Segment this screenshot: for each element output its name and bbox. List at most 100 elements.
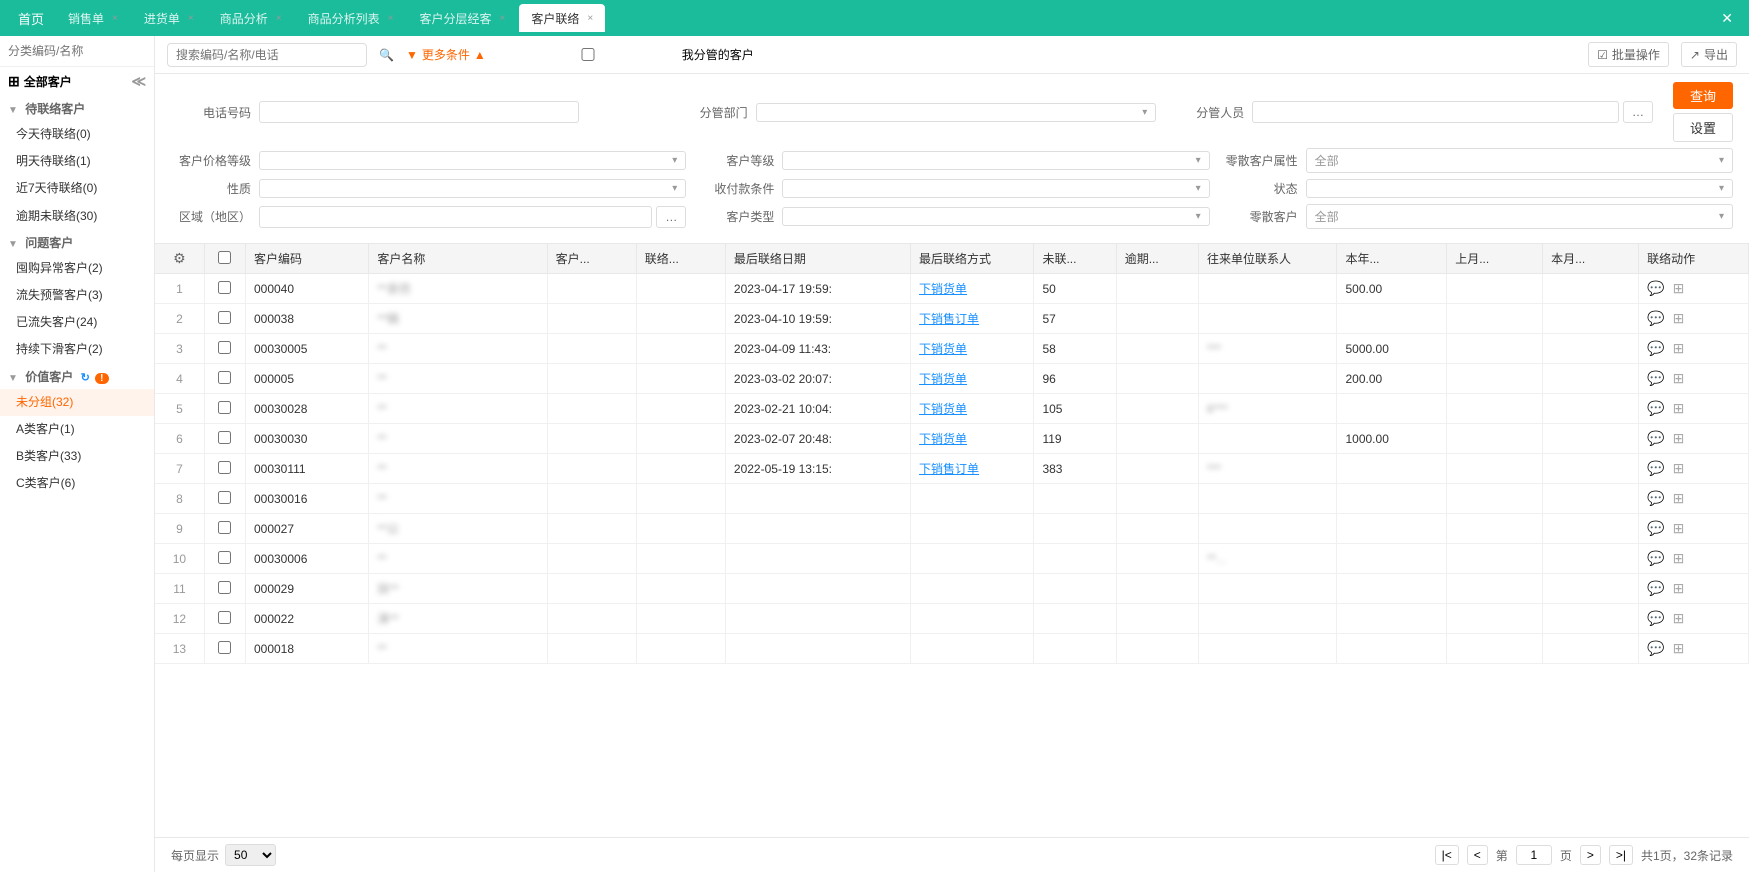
cell-lastway[interactable]: 下销货单 — [911, 394, 1034, 424]
lastway-link[interactable]: 下销货单 — [919, 282, 967, 296]
sidebar-item-churned[interactable]: 已流失客户(24) — [0, 309, 154, 336]
row-checkbox[interactable] — [218, 521, 231, 534]
tab-purchase[interactable]: 进货单 × — [132, 4, 206, 32]
cell-check[interactable] — [204, 394, 245, 424]
sidebar-item-today[interactable]: 今天待联络(0) — [0, 121, 154, 148]
cell-check[interactable] — [204, 544, 245, 574]
sidebar-item-class-c[interactable]: C类客户(6) — [0, 470, 154, 497]
cell-lastway[interactable]: 下销售订单 — [911, 454, 1034, 484]
tab-analysis[interactable]: 商品分析 × — [208, 4, 294, 32]
row-checkbox[interactable] — [218, 581, 231, 594]
batch-ops-btn[interactable]: ☑ 批量操作 — [1588, 42, 1669, 67]
lastway-link[interactable]: 下销货单 — [919, 342, 967, 356]
row-checkbox[interactable] — [218, 371, 231, 384]
query-button[interactable]: 查询 — [1673, 82, 1733, 109]
cell-lastway[interactable]: 下销货单 — [911, 364, 1034, 394]
tab-sales[interactable]: 销售单 × — [56, 4, 130, 32]
price-grade-select[interactable]: ▾ — [259, 151, 686, 170]
cell-check[interactable] — [204, 634, 245, 664]
row-checkbox[interactable] — [218, 641, 231, 654]
grid-icon[interactable]: ⊞ — [1673, 280, 1685, 297]
cell-lastway[interactable] — [911, 484, 1034, 514]
cell-check[interactable] — [204, 424, 245, 454]
grid-icon[interactable]: ⊞ — [1673, 550, 1685, 567]
row-checkbox[interactable] — [218, 311, 231, 324]
settings-col-header[interactable]: ⚙ — [155, 244, 204, 274]
sidebar-item-class-a[interactable]: A类客户(1) — [0, 416, 154, 443]
next-page-btn[interactable]: > — [1580, 845, 1601, 865]
row-checkbox[interactable] — [218, 341, 231, 354]
search-icon[interactable]: 🔍 — [379, 48, 394, 62]
sidebar-item-ungroup[interactable]: 未分组(32) — [0, 389, 154, 416]
lastway-link[interactable]: 下销货单 — [919, 432, 967, 446]
window-close-button[interactable]: ✕ — [1713, 10, 1741, 27]
row-checkbox[interactable] — [218, 281, 231, 294]
grid-icon[interactable]: ⊞ — [1673, 520, 1685, 537]
cell-check[interactable] — [204, 274, 245, 304]
row-checkbox[interactable] — [218, 401, 231, 414]
chat-icon[interactable]: 💬 — [1647, 490, 1664, 507]
grid-icon[interactable]: ⊞ — [1673, 430, 1685, 447]
all-customers-header[interactable]: ⊞ 全部客户 ≪ — [0, 67, 154, 96]
lastway-link[interactable]: 下销售订单 — [919, 312, 979, 326]
per-page-select[interactable]: 50 100 200 — [225, 844, 276, 866]
cell-lastway[interactable] — [911, 544, 1034, 574]
select-all-checkbox[interactable] — [218, 251, 231, 264]
grid-icon[interactable]: ⊞ — [1673, 490, 1685, 507]
tab-analysis-list[interactable]: 商品分析列表 × — [296, 4, 406, 32]
chat-icon[interactable]: 💬 — [1647, 370, 1664, 387]
lastway-link[interactable]: 下销货单 — [919, 402, 967, 416]
grid-icon[interactable]: ⊞ — [1673, 640, 1685, 657]
cell-lastway[interactable] — [911, 574, 1034, 604]
tab-customer-contact-close[interactable]: × — [587, 13, 593, 24]
export-btn[interactable]: ↗ 导出 — [1681, 42, 1737, 67]
chat-icon[interactable]: 💬 — [1647, 640, 1664, 657]
check-col-header[interactable] — [204, 244, 245, 274]
prev-page-btn[interactable]: < — [1467, 845, 1488, 865]
lastway-link[interactable]: 下销货单 — [919, 372, 967, 386]
row-checkbox[interactable] — [218, 611, 231, 624]
sidebar-search-input[interactable] — [8, 44, 155, 58]
area-dots-btn[interactable]: … — [656, 206, 686, 228]
cust-type-select[interactable]: ▾ — [782, 207, 1209, 226]
lastway-link[interactable]: 下销售订单 — [919, 462, 979, 476]
more-conditions-btn[interactable]: ▼ 更多条件 ▲ — [406, 46, 486, 63]
sidebar-item-declining[interactable]: 持续下滑客户(2) — [0, 336, 154, 363]
payment-select[interactable]: ▾ — [782, 179, 1209, 198]
sidebar-item-class-b[interactable]: B类客户(33) — [0, 443, 154, 470]
chat-icon[interactable]: 💬 — [1647, 580, 1664, 597]
chat-icon[interactable]: 💬 — [1647, 550, 1664, 567]
cell-lastway[interactable] — [911, 514, 1034, 544]
cell-check[interactable] — [204, 454, 245, 484]
grid-icon[interactable]: ⊞ — [1673, 460, 1685, 477]
grid-icon[interactable]: ⊞ — [1673, 340, 1685, 357]
my-customers-check-input[interactable] — [498, 48, 678, 61]
tab-customer-tier-close[interactable]: × — [499, 13, 505, 24]
row-checkbox[interactable] — [218, 551, 231, 564]
cell-check[interactable] — [204, 484, 245, 514]
sidebar-item-tomorrow[interactable]: 明天待联络(1) — [0, 148, 154, 175]
chat-icon[interactable]: 💬 — [1647, 460, 1664, 477]
row-checkbox[interactable] — [218, 461, 231, 474]
area-input[interactable] — [259, 206, 652, 228]
reset-button[interactable]: 设置 — [1673, 113, 1733, 142]
cell-check[interactable] — [204, 304, 245, 334]
row-checkbox[interactable] — [218, 491, 231, 504]
grid-icon[interactable]: ⊞ — [1673, 580, 1685, 597]
chat-icon[interactable]: 💬 — [1647, 310, 1664, 327]
sidebar-item-churn-warning[interactable]: 流失预警客户(3) — [0, 282, 154, 309]
row-checkbox[interactable] — [218, 431, 231, 444]
tab-analysis-list-close[interactable]: × — [388, 13, 394, 24]
chat-icon[interactable]: 💬 — [1647, 340, 1664, 357]
cell-lastway[interactable]: 下销货单 — [911, 424, 1034, 454]
sidebar-collapse-btn[interactable]: ≪ — [131, 73, 146, 90]
page-number-input[interactable] — [1516, 845, 1552, 865]
last-page-btn[interactable]: >| — [1609, 845, 1633, 865]
cell-lastway[interactable]: 下销货单 — [911, 334, 1034, 364]
sidebar-item-abnormal[interactable]: 囤购异常客户(2) — [0, 255, 154, 282]
zero-attr-select[interactable]: 全部▾ — [1306, 148, 1733, 173]
cell-lastway[interactable] — [911, 634, 1034, 664]
cell-check[interactable] — [204, 334, 245, 364]
cell-lastway[interactable]: 下销售订单 — [911, 304, 1034, 334]
grid-icon[interactable]: ⊞ — [1673, 400, 1685, 417]
